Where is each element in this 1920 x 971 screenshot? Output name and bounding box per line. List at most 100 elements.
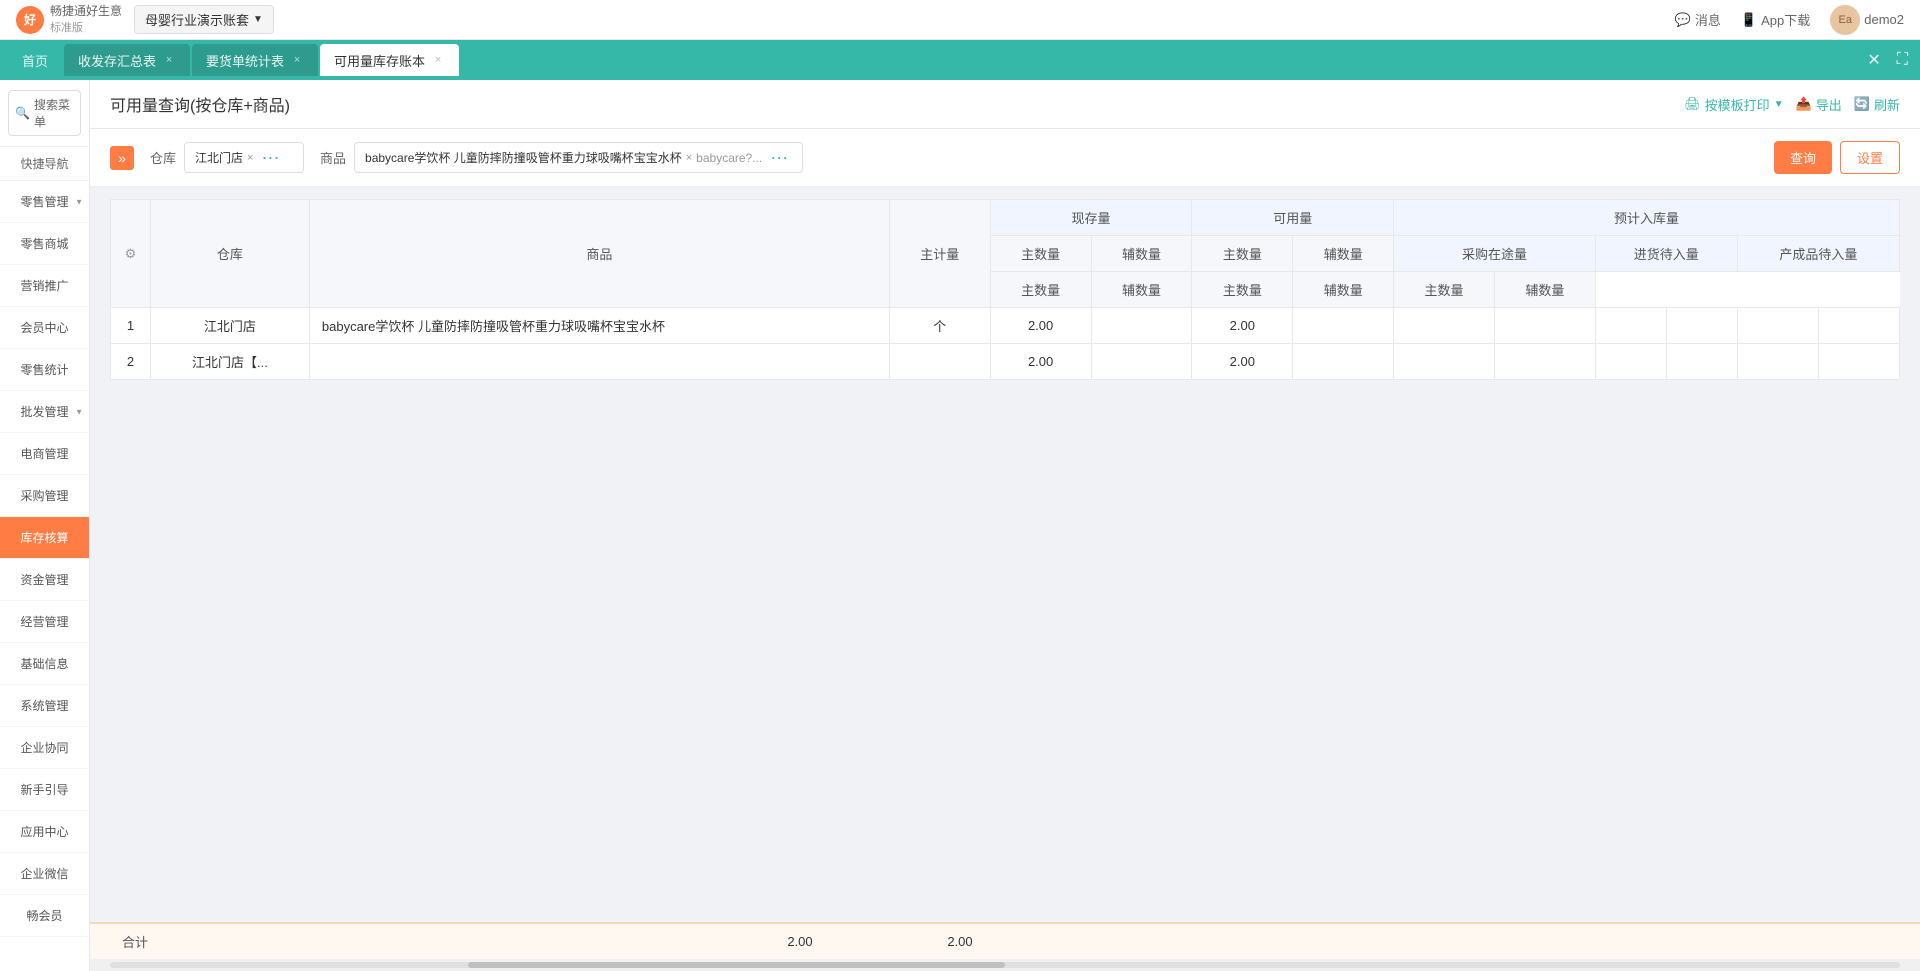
row2-unit <box>889 344 990 380</box>
print-btn[interactable]: 🖨 按模板打印 ▼ <box>1684 95 1783 114</box>
table-row: 2 江北门店【... 2.00 2.00 <box>111 344 1900 380</box>
th-current-aux: 辅数量 <box>1091 236 1192 272</box>
row1-purchase-aux <box>1494 308 1595 344</box>
sidebar-item-ecommerce[interactable]: 电商管理 <box>0 433 89 475</box>
sidebar-item-app-center[interactable]: 应用中心 <box>0 811 89 853</box>
row1-warehouse: 江北门店 <box>151 308 310 344</box>
sidebar-app-center-label: 应用中心 <box>20 823 68 840</box>
th-purchase-main: 主数量 <box>990 272 1091 308</box>
maximize-btn[interactable]: ⛶ <box>1893 47 1912 73</box>
export-icon: 📤 <box>1796 96 1812 112</box>
export-btn[interactable]: 📤 导出 <box>1796 95 1842 114</box>
logo-sub: 标准版 <box>50 19 122 35</box>
sidebar-new-guide-label: 新手引导 <box>20 781 68 798</box>
filter-expand-btn[interactable]: » <box>110 146 134 170</box>
scroll-bar-thumb[interactable] <box>468 962 1005 968</box>
th-available-aux: 辅数量 <box>1293 236 1394 272</box>
top-bar-left: 好 畅捷通好生意 标准版 母婴行业演示账套 ▼ <box>16 4 274 36</box>
th-incoming-aux: 辅数量 <box>1293 272 1394 308</box>
th-prod-main: 主数量 <box>1394 272 1495 308</box>
warehouse-tag: 江北门店 × <box>195 149 253 166</box>
quick-nav-btn[interactable]: 快捷导航 <box>0 147 89 181</box>
row2-purchase-aux <box>1494 344 1595 380</box>
sidebar-operations-label: 经营管理 <box>20 613 68 630</box>
setting-button[interactable]: 设置 <box>1840 141 1900 174</box>
row2-incoming-main <box>1595 344 1666 380</box>
workspace-selector[interactable]: 母婴行业演示账套 ▼ <box>134 5 274 34</box>
warehouse-filter-group: 仓库 江北门店 × ··· <box>150 142 304 173</box>
th-product: 商品 <box>309 200 889 308</box>
product-more-btn[interactable]: ··· <box>766 147 792 168</box>
message-label: 消息 <box>1695 10 1721 29</box>
print-icon: 🖨 <box>1684 96 1701 112</box>
warehouse-input[interactable]: 江北门店 × ··· <box>184 142 304 173</box>
page-title: 可用量查询(按仓库+商品) <box>110 92 290 116</box>
tab-home[interactable]: 首页 <box>8 44 62 76</box>
page-actions: 🖨 按模板打印 ▼ 📤 导出 🔄 刷新 <box>1684 95 1900 114</box>
logo-text: 畅捷通好生意 <box>50 4 122 20</box>
column-settings-icon[interactable]: ⚙ <box>125 246 137 261</box>
warehouse-tag-close[interactable]: × <box>247 152 253 164</box>
sidebar-item-retail-mall[interactable]: 零售商城 <box>0 223 89 265</box>
sidebar-item-enterprise-wechat[interactable]: 企业微信 <box>0 853 89 895</box>
row2-current-aux <box>1091 344 1192 380</box>
user-area[interactable]: Ea demo2 <box>1830 5 1904 35</box>
row2-available-main: 2.00 <box>1192 344 1293 380</box>
search-icon: 🔍 <box>15 106 30 120</box>
tab-order-stats[interactable]: 要货单统计表 × <box>192 44 318 76</box>
sidebar-item-inventory[interactable]: 库存核算 <box>0 517 89 559</box>
th-available-main: 主数量 <box>1192 236 1293 272</box>
warehouse-filter-label: 仓库 <box>150 148 176 167</box>
product-tag-close[interactable]: × <box>686 152 692 164</box>
logo-text-block: 畅捷通好生意 标准版 <box>50 4 122 36</box>
sidebar-item-marketing[interactable]: 营销推广 <box>0 265 89 307</box>
chevron-down-icon: ▼ <box>253 14 263 25</box>
sidebar-wholesale-label: 批发管理 <box>20 403 68 420</box>
sidebar-item-sys-mgmt[interactable]: 系统管理 <box>0 685 89 727</box>
sidebar-marketing-label: 营销推广 <box>20 277 68 294</box>
sidebar-item-new-guide[interactable]: 新手引导 <box>0 769 89 811</box>
table-row: 1 江北门店 babycare学饮杯 儿童防摔防撞吸管杯重力球吸嘴杯宝宝水杯 个… <box>111 308 1900 344</box>
tab-available-stock[interactable]: 可用量库存账本 × <box>320 44 459 76</box>
message-btn[interactable]: 💬 消息 <box>1675 10 1721 29</box>
sidebar-item-vip[interactable]: 畅会员 <box>0 895 89 937</box>
sidebar-item-purchase[interactable]: 采购管理 <box>0 475 89 517</box>
row1-prod-aux <box>1818 308 1899 344</box>
query-button[interactable]: 查询 <box>1774 141 1832 174</box>
nav-tabs: 首页 收发存汇总表 × 要货单统计表 × 可用量库存账本 × ✕ ⛶ <box>0 40 1920 80</box>
sidebar-item-operations[interactable]: 经营管理 <box>0 601 89 643</box>
close-tab-btn[interactable]: ✕ <box>1863 46 1884 74</box>
table-container: ⚙ 仓库 商品 主计量 现存量 可用量 预计入库量 主数量 辅数量 主数量 辅数… <box>90 187 1920 922</box>
product-input[interactable]: babycare学饮杯 儿童防摔防撞吸管杯重力球吸嘴杯宝宝水杯 × babyca… <box>354 142 803 173</box>
tab-order-stats-close[interactable]: × <box>290 53 304 67</box>
sidebar-item-finance[interactable]: 资金管理 <box>0 559 89 601</box>
sidebar-item-basic-info[interactable]: 基础信息 <box>0 643 89 685</box>
product-more-text: babycare?... <box>696 151 762 165</box>
filter-actions: 查询 设置 <box>1774 141 1900 174</box>
app-download-btn[interactable]: 📱 App下载 <box>1741 10 1810 29</box>
product-tag: babycare学饮杯 儿童防摔防撞吸管杯重力球吸嘴杯宝宝水杯 × <box>365 149 692 166</box>
tab-receive-summary-close[interactable]: × <box>162 53 176 67</box>
search-menu-btn[interactable]: 🔍 搜索菜单 <box>8 90 81 136</box>
sidebar-item-member[interactable]: 会员中心 <box>0 307 89 349</box>
scroll-bar-container <box>90 959 1920 971</box>
top-bar: 好 畅捷通好生意 标准版 母婴行业演示账套 ▼ 💬 消息 📱 App下载 Ea … <box>0 0 1920 40</box>
sidebar-item-retail-mgmt[interactable]: 零售管理 <box>0 181 89 223</box>
sidebar-retail-mall-label: 零售商城 <box>20 235 68 252</box>
row2-prod-aux <box>1818 344 1899 380</box>
username: demo2 <box>1864 12 1904 27</box>
tab-receive-summary[interactable]: 收发存汇总表 × <box>64 44 190 76</box>
refresh-label: 刷新 <box>1874 95 1900 114</box>
sidebar-retail-stats-label: 零售统计 <box>20 361 68 378</box>
warehouse-more-btn[interactable]: ··· <box>257 147 283 168</box>
tab-available-stock-close[interactable]: × <box>431 53 445 67</box>
sidebar-item-wholesale-mgmt[interactable]: 批发管理 <box>0 391 89 433</box>
refresh-btn[interactable]: 🔄 刷新 <box>1854 95 1900 114</box>
sidebar-item-enterprise[interactable]: 企业协同 <box>0 727 89 769</box>
th-unit: 主计量 <box>889 200 990 308</box>
tab-home-label: 首页 <box>22 51 48 70</box>
sidebar-vip-label: 畅会员 <box>26 907 62 924</box>
sidebar-item-retail-stats[interactable]: 零售统计 <box>0 349 89 391</box>
download-icon: 📱 <box>1741 12 1757 28</box>
row1-no: 1 <box>111 308 151 344</box>
